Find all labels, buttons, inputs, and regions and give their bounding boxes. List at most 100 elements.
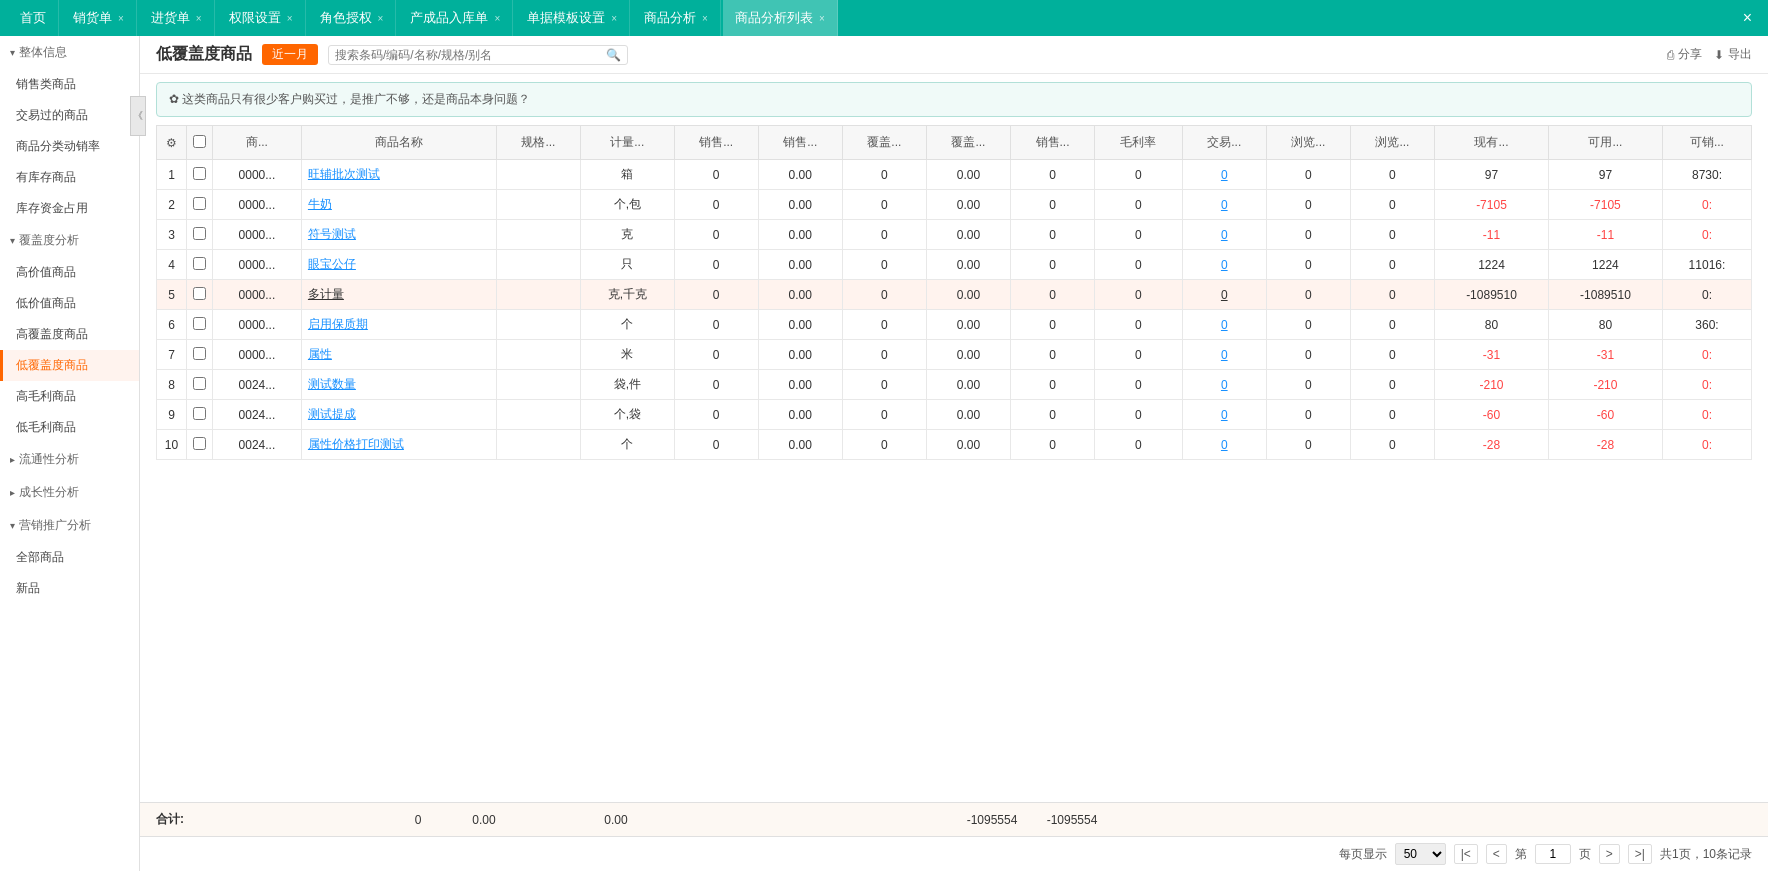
first-page-button[interactable]: |<: [1454, 844, 1478, 864]
close-icon[interactable]: ×: [819, 13, 825, 24]
row-select-checkbox[interactable]: [193, 167, 206, 180]
table-row: 10 0024... 属性价格打印测试 个 0 0.00 0 0.00 0 0 …: [157, 430, 1752, 460]
row-transaction[interactable]: 0: [1182, 190, 1266, 220]
page-number-input[interactable]: [1535, 844, 1571, 864]
sidebar-collapse-button[interactable]: 《: [130, 96, 146, 136]
close-icon[interactable]: ×: [702, 13, 708, 24]
nav-tab-analysis[interactable]: 商品分析 ×: [632, 0, 721, 36]
row-spec: [496, 340, 580, 370]
sidebar-item-high-coverage[interactable]: 高覆盖度商品: [0, 319, 139, 350]
row-checkbox[interactable]: [187, 160, 213, 190]
row-checkbox[interactable]: [187, 250, 213, 280]
sidebar-section-coverage[interactable]: ▾ 覆盖度分析: [0, 224, 139, 257]
close-icon[interactable]: ×: [611, 13, 617, 24]
row-name[interactable]: 多计量: [301, 280, 496, 310]
sidebar-item-stock-capital[interactable]: 库存资金占用: [0, 193, 139, 224]
sidebar-section-marketing[interactable]: ▾ 营销推广分析: [0, 509, 139, 542]
close-icon[interactable]: ×: [494, 13, 500, 24]
row-select-checkbox[interactable]: [193, 377, 206, 390]
row-transaction[interactable]: 0: [1182, 430, 1266, 460]
row-checkbox[interactable]: [187, 280, 213, 310]
row-transaction[interactable]: 0: [1182, 280, 1266, 310]
row-transaction[interactable]: 0: [1182, 340, 1266, 370]
sidebar-item-sales-products[interactable]: 销售类商品: [0, 69, 139, 100]
sidebar-section-growth[interactable]: ▸ 成长性分析: [0, 476, 139, 509]
sidebar-item-all-products[interactable]: 全部商品: [0, 542, 139, 573]
row-transaction[interactable]: 0: [1182, 400, 1266, 430]
close-icon[interactable]: ×: [196, 13, 202, 24]
nav-tab-templates[interactable]: 单据模板设置 ×: [515, 0, 630, 36]
page-size-select[interactable]: 50 100 200: [1395, 843, 1446, 865]
close-icon[interactable]: ×: [378, 13, 384, 24]
row-name[interactable]: 符号测试: [301, 220, 496, 250]
sidebar-section-overall[interactable]: ▾ 整体信息: [0, 36, 139, 69]
nav-tab-purchase[interactable]: 进货单 ×: [139, 0, 215, 36]
row-select-checkbox[interactable]: [193, 257, 206, 270]
row-transaction[interactable]: 0: [1182, 370, 1266, 400]
row-sales-amount: 0.00: [758, 400, 842, 430]
sidebar-section-flow[interactable]: ▸ 流通性分析: [0, 443, 139, 476]
col-checkbox[interactable]: [187, 126, 213, 160]
last-page-button[interactable]: >|: [1628, 844, 1652, 864]
export-button[interactable]: ⬇ 导出: [1714, 46, 1752, 63]
row-checkbox[interactable]: [187, 340, 213, 370]
row-select-checkbox[interactable]: [193, 347, 206, 360]
row-select-checkbox[interactable]: [193, 287, 206, 300]
nav-tab-warehouse[interactable]: 产成品入库单 ×: [398, 0, 513, 36]
row-checkbox[interactable]: [187, 370, 213, 400]
nav-tab-home[interactable]: 首页: [8, 0, 59, 36]
row-checkbox[interactable]: [187, 190, 213, 220]
row-name[interactable]: 眼宝公仔: [301, 250, 496, 280]
sidebar-item-high-value[interactable]: 高价值商品: [0, 257, 139, 288]
nav-tab-permissions[interactable]: 权限设置 ×: [217, 0, 306, 36]
row-checkbox[interactable]: [187, 430, 213, 460]
nav-tab-analysis-list[interactable]: 商品分析列表 ×: [723, 0, 838, 36]
sidebar-item-in-stock[interactable]: 有库存商品: [0, 162, 139, 193]
sidebar-item-low-value[interactable]: 低价值商品: [0, 288, 139, 319]
nav-tab-roles[interactable]: 角色授权 ×: [308, 0, 397, 36]
row-sales-amount: 0.00: [758, 220, 842, 250]
row-gross-rate: 0: [1095, 310, 1183, 340]
row-name[interactable]: 牛奶: [301, 190, 496, 220]
sidebar-item-low-margin[interactable]: 低毛利商品: [0, 412, 139, 443]
row-name[interactable]: 启用保质期: [301, 310, 496, 340]
col-settings[interactable]: ⚙: [157, 126, 187, 160]
row-checkbox[interactable]: [187, 310, 213, 340]
row-transaction[interactable]: 0: [1182, 310, 1266, 340]
row-checkbox[interactable]: [187, 220, 213, 250]
row-select-checkbox[interactable]: [193, 227, 206, 240]
row-name[interactable]: 测试数量: [301, 370, 496, 400]
row-cov1: 0: [842, 370, 926, 400]
next-page-button[interactable]: >: [1599, 844, 1620, 864]
row-transaction[interactable]: 0: [1182, 160, 1266, 190]
nav-tab-sales[interactable]: 销货单 ×: [61, 0, 137, 36]
row-name[interactable]: 属性: [301, 340, 496, 370]
close-all-tabs-button[interactable]: ×: [1735, 9, 1760, 27]
search-icon[interactable]: 🔍: [606, 48, 621, 62]
close-icon[interactable]: ×: [118, 13, 124, 24]
row-select-checkbox[interactable]: [193, 407, 206, 420]
sidebar-item-high-margin[interactable]: 高毛利商品: [0, 381, 139, 412]
search-input[interactable]: [335, 48, 602, 62]
close-icon[interactable]: ×: [287, 13, 293, 24]
row-select-checkbox[interactable]: [193, 317, 206, 330]
row-sales-amount: 0.00: [758, 370, 842, 400]
share-button[interactable]: ⎙ 分享: [1667, 46, 1702, 63]
row-name[interactable]: 测试提成: [301, 400, 496, 430]
row-transaction[interactable]: 0: [1182, 220, 1266, 250]
row-gross-rate: 0: [1095, 250, 1183, 280]
row-select-checkbox[interactable]: [193, 197, 206, 210]
sidebar-item-new-products[interactable]: 新品: [0, 573, 139, 604]
row-name[interactable]: 属性价格打印测试: [301, 430, 496, 460]
sidebar-item-traded-products[interactable]: 交易过的商品: [0, 100, 139, 131]
row-name[interactable]: 旺辅批次测试: [301, 160, 496, 190]
sidebar-item-low-coverage[interactable]: 低覆盖度商品: [0, 350, 139, 381]
sidebar-item-category-rate[interactable]: 商品分类动销率: [0, 131, 139, 162]
row-checkbox[interactable]: [187, 400, 213, 430]
select-all-checkbox[interactable]: [193, 135, 206, 148]
period-button[interactable]: 近一月: [262, 44, 318, 65]
prev-page-button[interactable]: <: [1486, 844, 1507, 864]
row-select-checkbox[interactable]: [193, 437, 206, 450]
col-spec: 规格...: [496, 126, 580, 160]
row-transaction[interactable]: 0: [1182, 250, 1266, 280]
